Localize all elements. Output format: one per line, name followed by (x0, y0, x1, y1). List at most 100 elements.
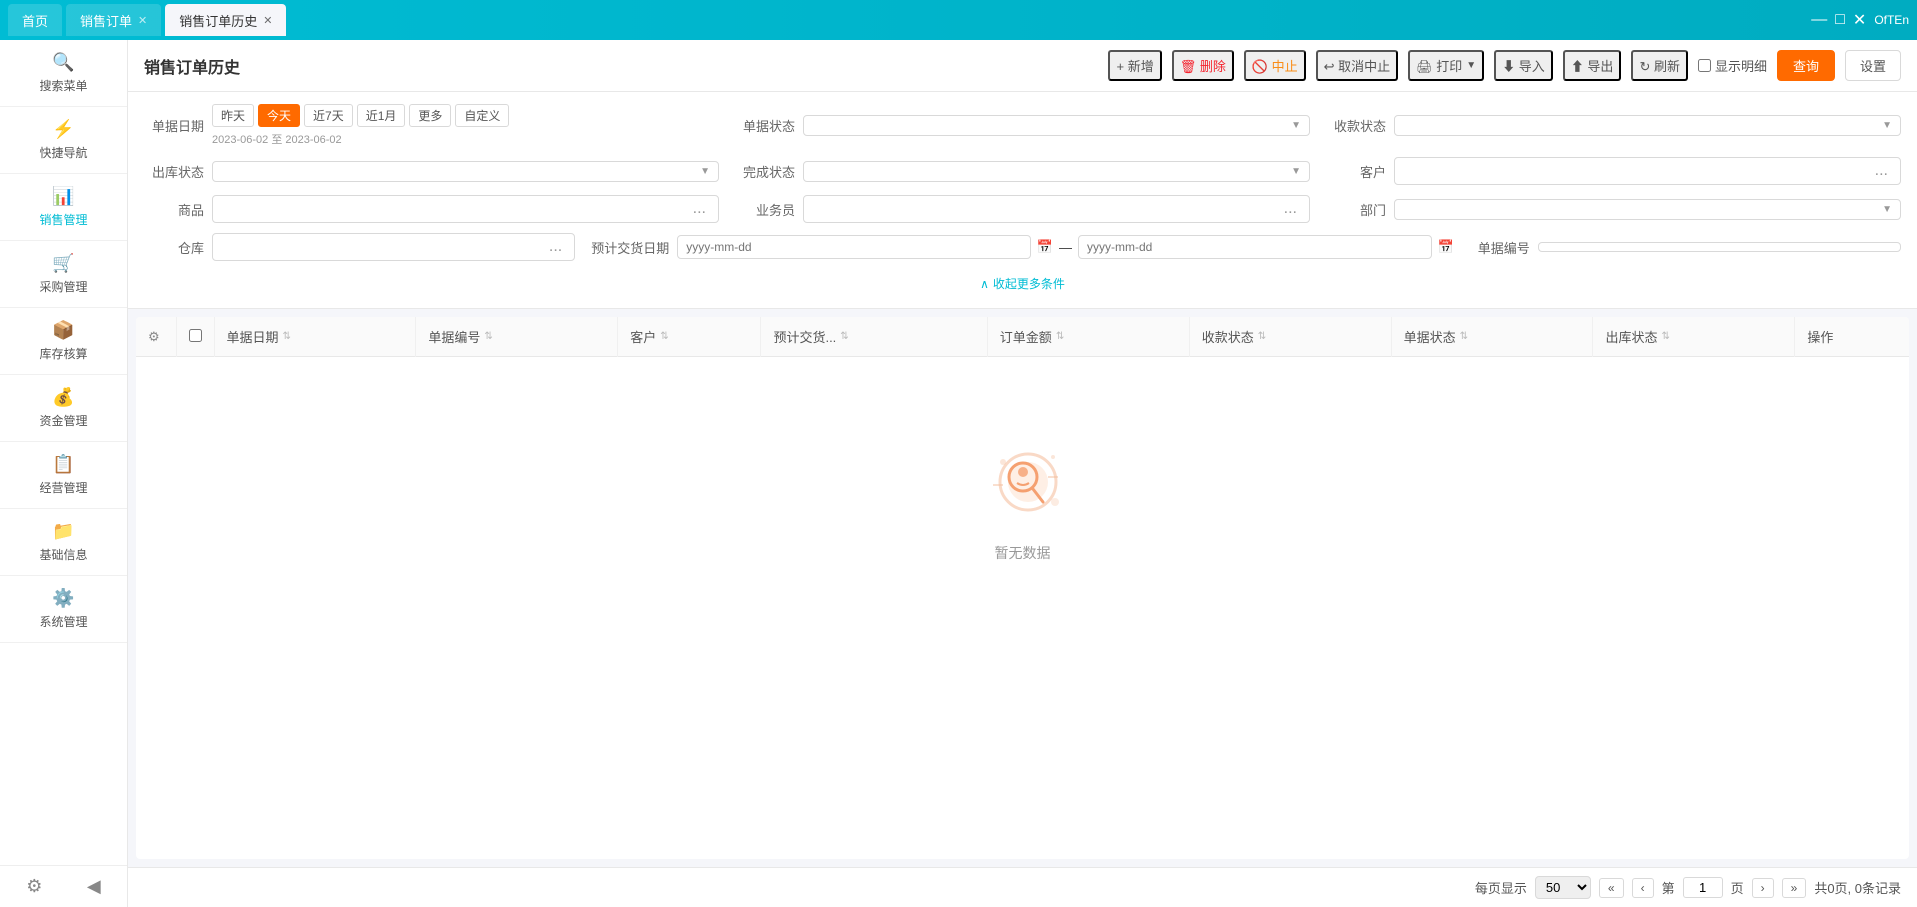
th-operation-label: 操作 (1807, 330, 1833, 345)
collapse-bar[interactable]: ∧ 收起更多条件 (144, 271, 1901, 296)
th-operation: 操作 (1795, 317, 1909, 357)
customer-label: 客户 (1326, 162, 1386, 181)
date-option-1month[interactable]: 近1月 (357, 104, 406, 127)
column-settings-icon[interactable]: ⚙ (148, 329, 160, 344)
window-minimize-icon[interactable]: — (1811, 11, 1827, 29)
pagination: 每页显示 50 10 20 100 « ‹ 第 页 › » 共0页, 0条记录 (128, 867, 1917, 907)
th-date-label: 单据日期 (227, 327, 279, 346)
sort-bill-no[interactable]: 单据编号 ⇅ (428, 327, 492, 346)
empty-text: 暂无数据 (995, 543, 1051, 563)
total-text: 共0页, 0条记录 (1814, 878, 1901, 897)
dept-arrow-icon: ▼ (1882, 204, 1892, 215)
customer-ellipsis-btn[interactable]: ... (1871, 162, 1892, 180)
date-option-yesterday[interactable]: 昨天 (212, 104, 254, 127)
refresh-button[interactable]: ↻ 刷新 (1631, 50, 1688, 81)
display-detail-checkbox[interactable] (1698, 59, 1711, 72)
sort-receipt-status[interactable]: 收款状态 ⇅ (1202, 327, 1266, 346)
sort-delivery-date[interactable]: 预计交货... ⇅ (773, 327, 848, 346)
often-label[interactable]: OfTEn (1874, 13, 1909, 27)
display-detail-text: 显示明细 (1715, 56, 1767, 75)
sidebar: 🔍 搜索菜单 ⚡ 快捷导航 📊 销售管理 🛒 采购管理 📦 库存核算 💰 资金管… (0, 40, 128, 907)
next-page-button[interactable]: › (1752, 878, 1774, 898)
page-size-select[interactable]: 50 10 20 100 (1535, 876, 1591, 899)
sort-amount[interactable]: 订单金额 ⇅ (1000, 327, 1064, 346)
sidebar-bottom: ⚙ ◀ (0, 865, 127, 907)
tab-sales-order-history[interactable]: 销售订单历史 ✕ (165, 4, 286, 36)
sort-bill-status[interactable]: 单据状态 ⇅ (1404, 327, 1468, 346)
setting-button[interactable]: 设置 (1845, 50, 1901, 81)
tab-sales-order[interactable]: 销售订单 ✕ (66, 4, 161, 36)
table-header: ⚙ 单据日期 ⇅ (136, 317, 1909, 357)
th-bill-status-label: 单据状态 (1404, 327, 1456, 346)
sidebar-item-system-mgmt[interactable]: ⚙️ 系统管理 (0, 576, 127, 643)
print-button[interactable]: 🖨 打印 ▼ (1408, 50, 1484, 81)
sort-outbound-status-icon: ⇅ (1661, 331, 1669, 342)
date-separator: — (1059, 240, 1072, 255)
sidebar-item-basic-info[interactable]: 📁 基础信息 (0, 509, 127, 576)
sidebar-item-search-menu[interactable]: 🔍 搜索菜单 (0, 40, 127, 107)
outbound-status-group: 出库状态 ▼ (144, 161, 719, 182)
cancel-stop-button[interactable]: ↩ 取消中止 (1316, 50, 1399, 81)
outbound-status-select[interactable]: ▼ (212, 161, 719, 182)
sidebar-item-operations[interactable]: 📋 经营管理 (0, 442, 127, 509)
new-button[interactable]: + 新增 (1108, 50, 1161, 81)
sidebar-item-finance[interactable]: 💰 资金管理 (0, 375, 127, 442)
receipt-status-label: 收款状态 (1326, 116, 1386, 135)
date-option-7days[interactable]: 近7天 (304, 104, 353, 127)
sidebar-item-quick-nav[interactable]: ⚡ 快捷导航 (0, 107, 127, 174)
sort-customer[interactable]: 客户 ⇅ (630, 327, 668, 346)
date-option-today[interactable]: 今天 (258, 104, 300, 127)
import-button[interactable]: ⬇ 导入 (1494, 50, 1553, 81)
sidebar-item-purchase-mgmt[interactable]: 🛒 采购管理 (0, 241, 127, 308)
warehouse-ellipsis-btn[interactable]: ... (545, 238, 566, 256)
print-label: 🖨 打印 (1416, 56, 1462, 75)
bill-status-select[interactable]: ▼ (803, 115, 1310, 136)
last-page-button[interactable]: » (1782, 878, 1807, 898)
complete-status-arrow-icon: ▼ (1291, 166, 1301, 177)
th-bill-status: 单据状态 ⇅ (1391, 317, 1593, 357)
calendar-end-icon[interactable]: 📅 (1438, 239, 1454, 255)
bill-status-arrow-icon: ▼ (1291, 120, 1301, 131)
date-label: 单据日期 (144, 116, 204, 135)
select-all-checkbox[interactable] (189, 329, 202, 342)
inventory-icon: 📦 (52, 320, 74, 341)
delivery-date-start[interactable] (677, 235, 1031, 259)
dept-select[interactable]: ▼ (1394, 199, 1901, 220)
page-input[interactable] (1683, 877, 1723, 898)
sort-outbound-status[interactable]: 出库状态 ⇅ (1605, 327, 1669, 346)
calendar-start-icon[interactable]: 📅 (1037, 239, 1053, 255)
goods-ellipsis-btn[interactable]: ... (689, 200, 710, 218)
export-button[interactable]: ⬆ 导出 (1563, 50, 1622, 81)
tab-sales-order-close[interactable]: ✕ (138, 14, 147, 27)
th-checkbox (176, 317, 214, 357)
date-option-custom[interactable]: 自定义 (455, 104, 509, 127)
settings-bottom-icon[interactable]: ⚙ (26, 876, 42, 897)
delete-button[interactable]: 🗑 删除 (1172, 50, 1234, 81)
window-maximize-icon[interactable]: □ (1835, 11, 1845, 29)
operations-icon: 📋 (52, 454, 74, 475)
sort-bill-status-icon: ⇅ (1460, 331, 1468, 342)
sidebar-item-quick-nav-label: 快捷导航 (39, 144, 87, 161)
query-button[interactable]: 查询 (1777, 50, 1835, 81)
delivery-date-end[interactable] (1078, 235, 1432, 259)
sidebar-item-sales-mgmt-label: 销售管理 (39, 211, 87, 228)
receipt-status-select[interactable]: ▼ (1394, 115, 1901, 136)
tab-sales-order-history-close[interactable]: ✕ (263, 14, 272, 27)
page-header: 销售订单历史 + 新增 🗑 删除 🚫 中止 ↩ 取消中止 🖨 打印 ▼ ⬇ 导入… (128, 40, 1917, 92)
collapse-sidebar-icon[interactable]: ◀ (87, 876, 101, 897)
th-bill-no: 单据编号 ⇅ (416, 317, 618, 357)
stop-button[interactable]: 🚫 中止 (1244, 50, 1306, 81)
sidebar-item-inventory[interactable]: 📦 库存核算 (0, 308, 127, 375)
tab-home[interactable]: 首页 (8, 4, 62, 36)
sidebar-item-sales-mgmt[interactable]: 📊 销售管理 (0, 174, 127, 241)
window-close-icon[interactable]: ✕ (1853, 10, 1866, 30)
prev-page-button[interactable]: ‹ (1632, 878, 1654, 898)
th-outbound-status-label: 出库状态 (1605, 327, 1657, 346)
first-page-button[interactable]: « (1599, 878, 1624, 898)
tab-home-label: 首页 (22, 11, 48, 30)
date-option-more[interactable]: 更多 (409, 104, 451, 127)
sort-date[interactable]: 单据日期 ⇅ (227, 327, 291, 346)
complete-status-select[interactable]: ▼ (803, 161, 1310, 182)
salesperson-ellipsis-btn[interactable]: ... (1280, 200, 1301, 218)
filter-row-4: 仓库 ... 预计交货日期 📅 — 📅 (144, 233, 1901, 261)
